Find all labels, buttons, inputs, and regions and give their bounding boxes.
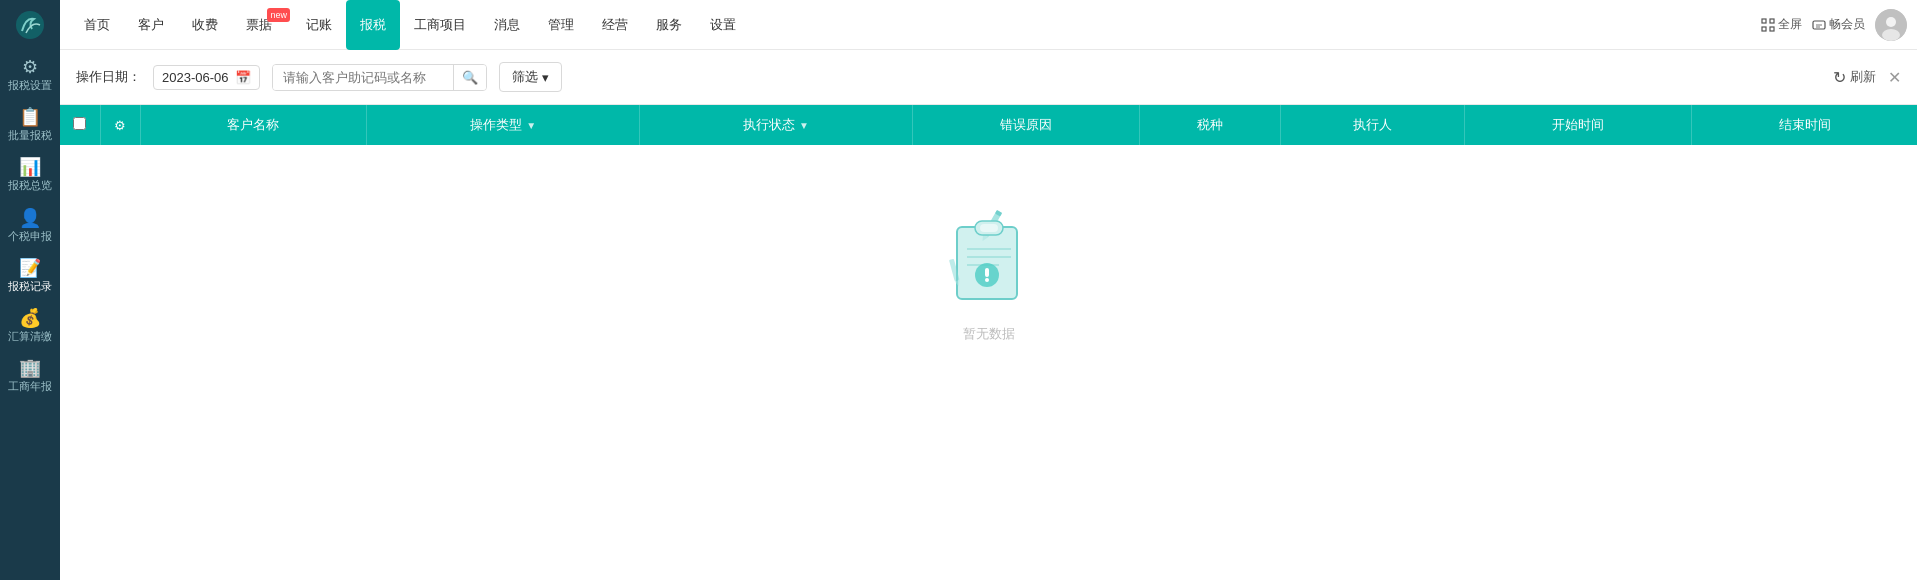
content-area: 操作日期： 2023-06-06 📅 🔍 筛选 ▾ ↻ 刷新 bbox=[60, 50, 1917, 580]
fullscreen-button[interactable]: 全屏 bbox=[1761, 16, 1802, 33]
search-box: 🔍 bbox=[272, 64, 487, 91]
table-body: 暂无数据 bbox=[60, 145, 1917, 383]
batch-tax-icon: 📋 bbox=[19, 108, 41, 126]
th-checkbox[interactable] bbox=[60, 105, 100, 145]
nav-item-jizhang[interactable]: 记账 bbox=[292, 0, 346, 50]
top-navigation: 首页 客户 收费 票据 new 记账 报税 工商项目 消息 bbox=[60, 0, 1917, 50]
sidebar-item-gongshang-nianbao[interactable]: 🏢 工商年报 bbox=[0, 351, 60, 401]
th-start-time: 开始时间 bbox=[1465, 105, 1692, 145]
topnav-right: 全屏 畅会员 bbox=[1761, 9, 1907, 41]
nav-item-shoufei[interactable]: 收费 bbox=[178, 0, 232, 50]
svg-point-21 bbox=[985, 278, 989, 282]
calendar-icon: 📅 bbox=[235, 70, 251, 85]
filter-button[interactable]: 筛选 ▾ bbox=[499, 62, 562, 92]
nav-item-shezhi[interactable]: 设置 bbox=[696, 0, 750, 50]
th-customer-name: 客户名称 bbox=[140, 105, 367, 145]
new-badge: new bbox=[267, 8, 290, 22]
settlement-icon: 💰 bbox=[19, 309, 41, 327]
sidebar-item-label: 个税申报 bbox=[8, 230, 52, 243]
date-picker[interactable]: 2023-06-06 📅 bbox=[153, 65, 260, 90]
table-header-row: ⚙ 客户名称 操作类型 ▼ 执 bbox=[60, 105, 1917, 145]
th-tax-type: 税种 bbox=[1139, 105, 1280, 145]
filter-funnel-icon-2: ▼ bbox=[799, 120, 809, 131]
sidebar-item-baoshui-jilu[interactable]: 📝 报税记录 bbox=[0, 251, 60, 301]
filter-funnel-icon: ▼ bbox=[526, 120, 536, 131]
data-table: ⚙ 客户名称 操作类型 ▼ 执 bbox=[60, 105, 1917, 383]
nav-item-home[interactable]: 首页 bbox=[70, 0, 124, 50]
th-error-reason: 错误原因 bbox=[912, 105, 1139, 145]
sidebar-item-huisuan-jiaona[interactable]: 💰 汇算清缴 bbox=[0, 301, 60, 351]
close-icon: ✕ bbox=[1888, 69, 1901, 86]
toolbar-right: ↻ 刷新 ✕ bbox=[1833, 68, 1901, 87]
refresh-label: 刷新 bbox=[1850, 68, 1876, 86]
empty-state: 暂无数据 bbox=[60, 145, 1917, 383]
svg-rect-20 bbox=[985, 268, 989, 277]
sidebar-item-label: 工商年报 bbox=[8, 380, 52, 393]
refresh-button[interactable]: ↻ 刷新 bbox=[1833, 68, 1876, 87]
nav-items: 首页 客户 收费 票据 new 记账 报税 工商项目 消息 bbox=[70, 0, 1761, 50]
person-tax-icon: 👤 bbox=[19, 209, 41, 227]
search-input[interactable] bbox=[273, 65, 453, 90]
empty-state-cell: 暂无数据 bbox=[60, 145, 1917, 383]
nav-item-guanli[interactable]: 管理 bbox=[534, 0, 588, 50]
search-button[interactable]: 🔍 bbox=[453, 65, 486, 90]
sidebar-logo bbox=[0, 0, 60, 50]
nav-item-customer[interactable]: 客户 bbox=[124, 0, 178, 50]
nav-item-jingying[interactable]: 经营 bbox=[588, 0, 642, 50]
member-button[interactable]: 畅会员 bbox=[1812, 16, 1865, 33]
sidebar-item-label: 报税设置 bbox=[8, 79, 52, 92]
svg-rect-2 bbox=[1770, 19, 1774, 23]
svg-rect-1 bbox=[1762, 19, 1766, 23]
svg-rect-4 bbox=[1770, 27, 1774, 31]
empty-state-row: 暂无数据 bbox=[60, 145, 1917, 383]
close-button[interactable]: ✕ bbox=[1888, 68, 1901, 87]
sidebar-item-piliang-baoshui[interactable]: 📋 批量报税 bbox=[0, 100, 60, 150]
nav-item-baoshui[interactable]: 报税 bbox=[346, 0, 400, 50]
sidebar-item-baoshui-shezhi[interactable]: ⚙ 报税设置 bbox=[0, 50, 60, 100]
main-area: 首页 客户 收费 票据 new 记账 报税 工商项目 消息 bbox=[60, 0, 1917, 580]
search-icon: 🔍 bbox=[462, 70, 478, 85]
user-avatar[interactable] bbox=[1875, 9, 1907, 41]
empty-text: 暂无数据 bbox=[963, 325, 1015, 343]
sidebar-item-label: 报税记录 bbox=[8, 280, 52, 293]
sidebar-item-label: 汇算清缴 bbox=[8, 330, 52, 343]
svg-point-7 bbox=[1886, 17, 1896, 27]
toolbar: 操作日期： 2023-06-06 📅 🔍 筛选 ▾ ↻ 刷新 bbox=[60, 50, 1917, 105]
overview-icon: 📊 bbox=[19, 158, 41, 176]
select-all-checkbox[interactable] bbox=[73, 117, 86, 130]
empty-illustration bbox=[939, 205, 1039, 315]
date-label: 操作日期： bbox=[76, 68, 141, 86]
nav-item-xiaoxi[interactable]: 消息 bbox=[480, 0, 534, 50]
annual-report-icon: 🏢 bbox=[19, 359, 41, 377]
table-container: ⚙ 客户名称 操作类型 ▼ 执 bbox=[60, 105, 1917, 580]
svg-point-8 bbox=[1882, 29, 1900, 41]
record-icon: 📝 bbox=[19, 259, 41, 277]
th-exec-status[interactable]: 执行状态 ▼ bbox=[640, 105, 913, 145]
date-value: 2023-06-06 bbox=[162, 70, 229, 85]
th-executor: 执行人 bbox=[1281, 105, 1465, 145]
sidebar-item-geshui-shenbao[interactable]: 👤 个税申报 bbox=[0, 201, 60, 251]
sidebar-item-label: 报税总览 bbox=[8, 179, 52, 192]
filter-label: 筛选 bbox=[512, 68, 538, 86]
svg-rect-3 bbox=[1762, 27, 1766, 31]
nav-item-piaoju[interactable]: 票据 new bbox=[232, 0, 292, 50]
svg-rect-15 bbox=[980, 224, 998, 232]
nav-item-fuwu[interactable]: 服务 bbox=[642, 0, 696, 50]
sidebar-item-label: 批量报税 bbox=[8, 129, 52, 142]
settings-icon: ⚙ bbox=[22, 58, 38, 76]
fullscreen-icon bbox=[1761, 18, 1775, 32]
member-icon bbox=[1812, 18, 1826, 32]
th-operation-type[interactable]: 操作类型 ▼ bbox=[367, 105, 640, 145]
sidebar-item-baoshui-zonglang[interactable]: 📊 报税总览 bbox=[0, 150, 60, 200]
th-settings[interactable]: ⚙ bbox=[100, 105, 140, 145]
nav-item-gongshang[interactable]: 工商项目 bbox=[400, 0, 480, 50]
chevron-down-icon: ▾ bbox=[542, 70, 549, 85]
avatar-icon bbox=[1875, 9, 1907, 41]
refresh-icon: ↻ bbox=[1833, 68, 1846, 87]
th-end-time: 结束时间 bbox=[1692, 105, 1917, 145]
settings-gear-icon: ⚙ bbox=[114, 118, 126, 133]
sidebar: ⚙ 报税设置 📋 批量报税 📊 报税总览 👤 个税申报 📝 报税记录 💰 汇算清… bbox=[0, 0, 60, 580]
